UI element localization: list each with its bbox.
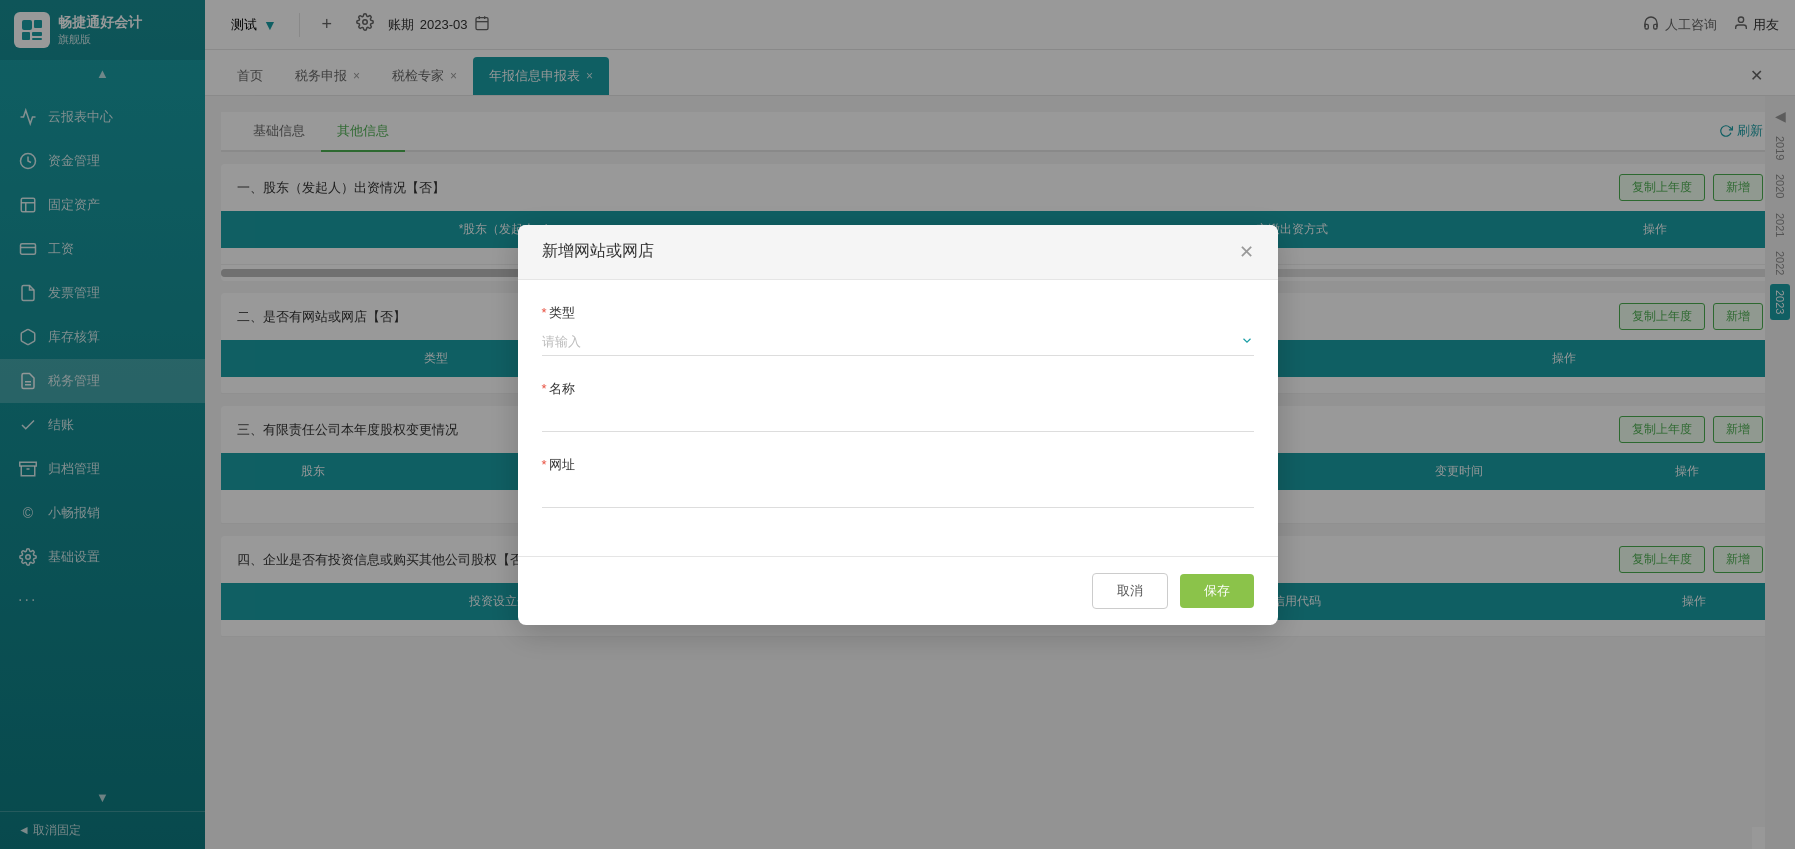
cancel-button[interactable]: 取消 (1092, 573, 1168, 609)
modal-footer: 取消 保存 (518, 556, 1278, 625)
form-field-name: *名称 (542, 380, 1254, 432)
form-label-url: *网址 (542, 456, 1254, 474)
required-star-url: * (542, 457, 547, 472)
form-field-url: *网址 (542, 456, 1254, 508)
name-input-wrapper (542, 404, 1254, 432)
modal-title: 新增网站或网店 (542, 241, 654, 262)
modal-close-button[interactable]: ✕ (1239, 241, 1254, 263)
form-label-type: *类型 (542, 304, 1254, 322)
modal-overlay: 新增网站或网店 ✕ *类型 *名称 (0, 0, 1795, 849)
modal-add-website: 新增网站或网店 ✕ *类型 *名称 (518, 225, 1278, 625)
url-input[interactable] (542, 480, 1254, 508)
modal-body: *类型 *名称 * (518, 280, 1278, 556)
form-label-name: *名称 (542, 380, 1254, 398)
required-star-name: * (542, 381, 547, 396)
form-field-type: *类型 (542, 304, 1254, 356)
type-input[interactable] (542, 328, 1254, 356)
save-button[interactable]: 保存 (1180, 574, 1254, 608)
type-input-wrapper (542, 328, 1254, 356)
required-star-type: * (542, 305, 547, 320)
type-dropdown-icon[interactable] (1240, 333, 1254, 350)
url-input-wrapper (542, 480, 1254, 508)
modal-header: 新增网站或网店 ✕ (518, 225, 1278, 280)
name-input[interactable] (542, 404, 1254, 432)
